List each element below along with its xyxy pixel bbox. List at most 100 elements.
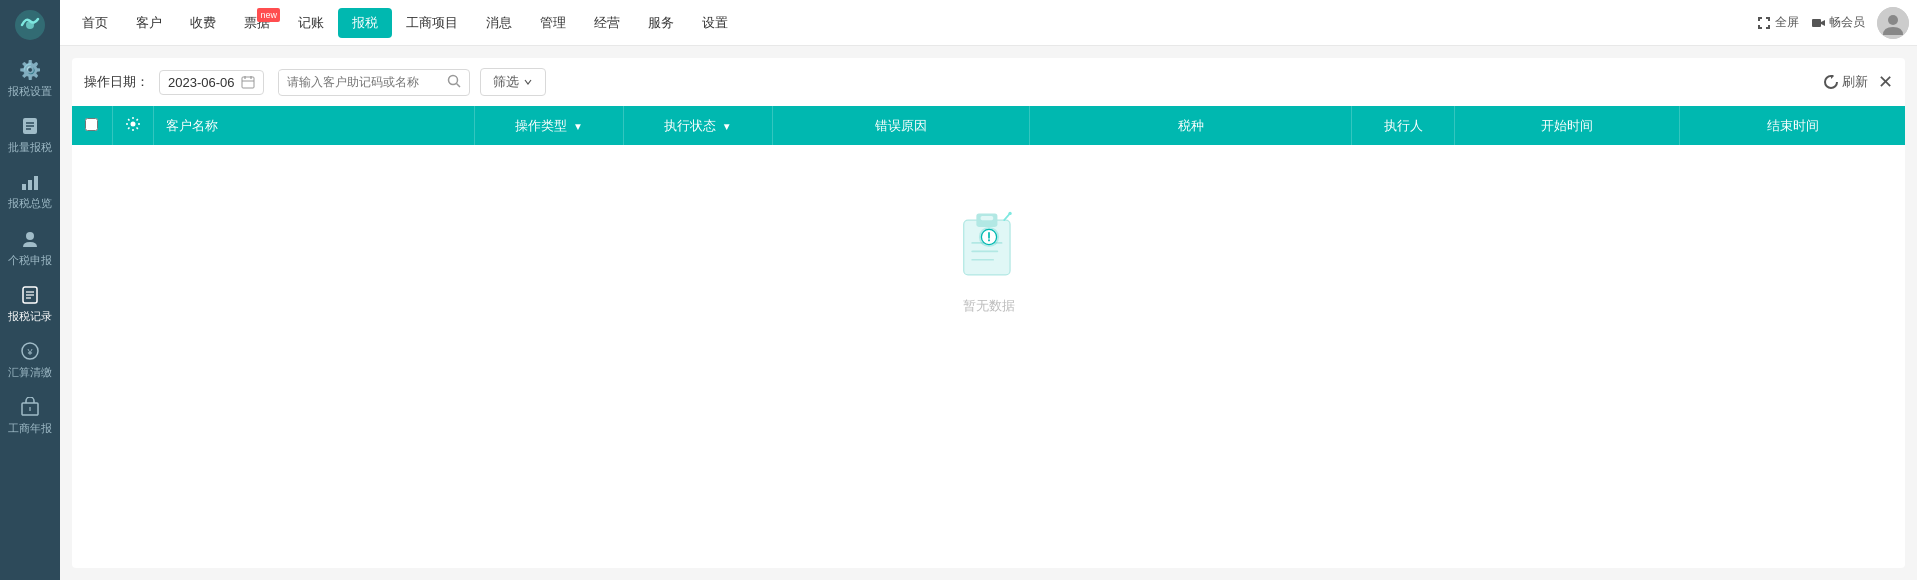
- toolbar-right: 刷新 ✕: [1824, 73, 1893, 91]
- empty-state-cell: 暂无数据: [72, 145, 1905, 375]
- empty-text: 暂无数据: [963, 297, 1015, 315]
- svg-rect-8: [34, 176, 38, 190]
- svg-rect-30: [980, 216, 993, 220]
- date-value: 2023-06-06: [168, 75, 235, 90]
- sidebar-item-label: 报税记录: [8, 310, 52, 323]
- nav-items: 首页 客户 收费 票据 new 记账 报税 工商项目 消息: [68, 0, 1757, 46]
- search-icon: [447, 74, 461, 88]
- th-caozuo-leixing: 操作类型 ▼: [475, 106, 624, 145]
- th-kehu-mingcheng: 客户名称: [153, 106, 475, 145]
- svg-point-20: [1888, 15, 1898, 25]
- nav-item-gongshang-xiangmu[interactable]: 工商项目: [392, 0, 472, 46]
- filter-button[interactable]: 筛选: [480, 68, 546, 96]
- nav-item-piaoju[interactable]: 票据 new: [230, 0, 284, 46]
- main-area: 首页 客户 收费 票据 new 记账 报税 工商项目 消息: [60, 0, 1917, 580]
- th-gear: [112, 106, 153, 145]
- calendar-icon: [241, 75, 255, 89]
- fullscreen-icon: [1757, 16, 1771, 30]
- svg-point-37: [987, 239, 989, 241]
- svg-rect-29: [976, 213, 997, 226]
- sort-icon: ▼: [573, 121, 583, 132]
- nav-item-kehu[interactable]: 客户: [122, 0, 176, 46]
- empty-illustration: [949, 205, 1029, 285]
- svg-point-9: [26, 232, 34, 240]
- svg-point-1: [26, 21, 34, 29]
- toolbar: 操作日期： 2023-06-06: [72, 58, 1905, 106]
- member-button[interactable]: 畅会员: [1811, 14, 1865, 31]
- sidebar-item-label: 报税设置: [8, 85, 52, 98]
- th-kaishi-shijian: 开始时间: [1455, 106, 1680, 145]
- svg-text:¥: ¥: [26, 347, 33, 357]
- svg-rect-6: [22, 184, 26, 190]
- th-jieshu-shijian: 结束时间: [1680, 106, 1905, 145]
- sidebar-item-baoshui-shezhi[interactable]: ⚙️ 报税设置: [0, 50, 60, 106]
- baoshui-shezhi-icon: ⚙️: [18, 58, 42, 82]
- refresh-button[interactable]: 刷新: [1824, 73, 1868, 91]
- sidebar-item-label: 报税总览: [8, 197, 52, 210]
- table-body: 暂无数据: [72, 145, 1905, 375]
- select-all-checkbox[interactable]: [85, 118, 98, 131]
- app-logo: [0, 0, 60, 50]
- refresh-icon: [1824, 75, 1838, 89]
- video-icon: [1811, 16, 1825, 30]
- nav-item-baoshui[interactable]: 报税: [338, 8, 392, 38]
- sort-icon: ▼: [722, 121, 732, 132]
- top-navigation: 首页 客户 收费 票据 new 记账 报税 工商项目 消息: [60, 0, 1917, 46]
- chevron-down-icon: [523, 77, 533, 87]
- nav-item-shoufei[interactable]: 收费: [176, 0, 230, 46]
- sidebar-item-gongshang-nianbao[interactable]: 工商年报: [0, 387, 60, 443]
- th-cuowu-yuanyin: 错误原因: [772, 106, 1029, 145]
- sidebar-item-huisuan-jiaona[interactable]: ¥ 汇算清缴: [0, 331, 60, 387]
- close-button[interactable]: ✕: [1878, 73, 1893, 91]
- sidebar-item-baoshui-zonlan[interactable]: 报税总览: [0, 162, 60, 218]
- sidebar: ⚙️ 报税设置 批量报税 报税总览: [0, 0, 60, 580]
- page-content: 操作日期： 2023-06-06: [60, 46, 1917, 580]
- svg-point-25: [448, 75, 457, 84]
- fullscreen-button[interactable]: 全屏: [1757, 14, 1799, 31]
- nav-item-xiaoxi[interactable]: 消息: [472, 0, 526, 46]
- topnav-right: 全屏 畅会员: [1757, 7, 1909, 39]
- avatar[interactable]: [1877, 7, 1909, 39]
- gongshang-nianbao-icon: [18, 395, 42, 419]
- data-table: 客户名称 操作类型 ▼ 执行状态 ▼ 错误原因: [72, 106, 1905, 375]
- svg-rect-21: [242, 77, 254, 88]
- sidebar-item-label: 工商年报: [8, 422, 52, 435]
- data-table-container: 客户名称 操作类型 ▼ 执行状态 ▼ 错误原因: [72, 106, 1905, 568]
- search-input[interactable]: [279, 71, 439, 93]
- geshui-shenbao-icon: [18, 227, 42, 251]
- nav-item-shezhi[interactable]: 设置: [688, 0, 742, 46]
- search-button[interactable]: [439, 70, 469, 95]
- baoshui-jilu-icon: [18, 283, 42, 307]
- sidebar-item-geshui-shenbao[interactable]: 个税申报: [0, 219, 60, 275]
- new-badge: new: [257, 8, 280, 22]
- empty-state-row: 暂无数据: [72, 145, 1905, 375]
- sidebar-item-label: 汇算清缴: [8, 366, 52, 379]
- nav-item-jingying[interactable]: 经营: [580, 0, 634, 46]
- th-zhixing-zhuangtai: 执行状态 ▼: [624, 106, 773, 145]
- huisuan-jiaona-icon: ¥: [18, 339, 42, 363]
- avatar-icon: [1877, 7, 1909, 39]
- svg-point-39: [1008, 212, 1011, 215]
- sidebar-item-piliang-baoshui[interactable]: 批量报税: [0, 106, 60, 162]
- th-checkbox: [72, 106, 112, 145]
- search-box: [278, 69, 470, 96]
- nav-item-shouye[interactable]: 首页: [68, 0, 122, 46]
- date-label: 操作日期：: [84, 73, 149, 91]
- svg-rect-7: [28, 180, 32, 190]
- column-settings-icon[interactable]: [125, 116, 141, 132]
- baoshui-zonlan-icon: [18, 170, 42, 194]
- nav-item-guanli[interactable]: 管理: [526, 0, 580, 46]
- empty-state: 暂无数据: [72, 145, 1905, 375]
- th-shuizhong: 税种: [1030, 106, 1352, 145]
- sidebar-item-baoshui-jilu[interactable]: 报税记录: [0, 275, 60, 331]
- nav-item-fuwu[interactable]: 服务: [634, 0, 688, 46]
- th-zhixingren: 执行人: [1352, 106, 1455, 145]
- date-picker[interactable]: 2023-06-06: [159, 70, 264, 95]
- sidebar-item-label: 个税申报: [8, 254, 52, 267]
- table-header-row: 客户名称 操作类型 ▼ 执行状态 ▼ 错误原因: [72, 106, 1905, 145]
- svg-rect-18: [1812, 19, 1821, 27]
- svg-point-27: [130, 122, 135, 127]
- nav-item-jizhang[interactable]: 记账: [284, 0, 338, 46]
- sidebar-item-label: 批量报税: [8, 141, 52, 154]
- piliang-baoshui-icon: [18, 114, 42, 138]
